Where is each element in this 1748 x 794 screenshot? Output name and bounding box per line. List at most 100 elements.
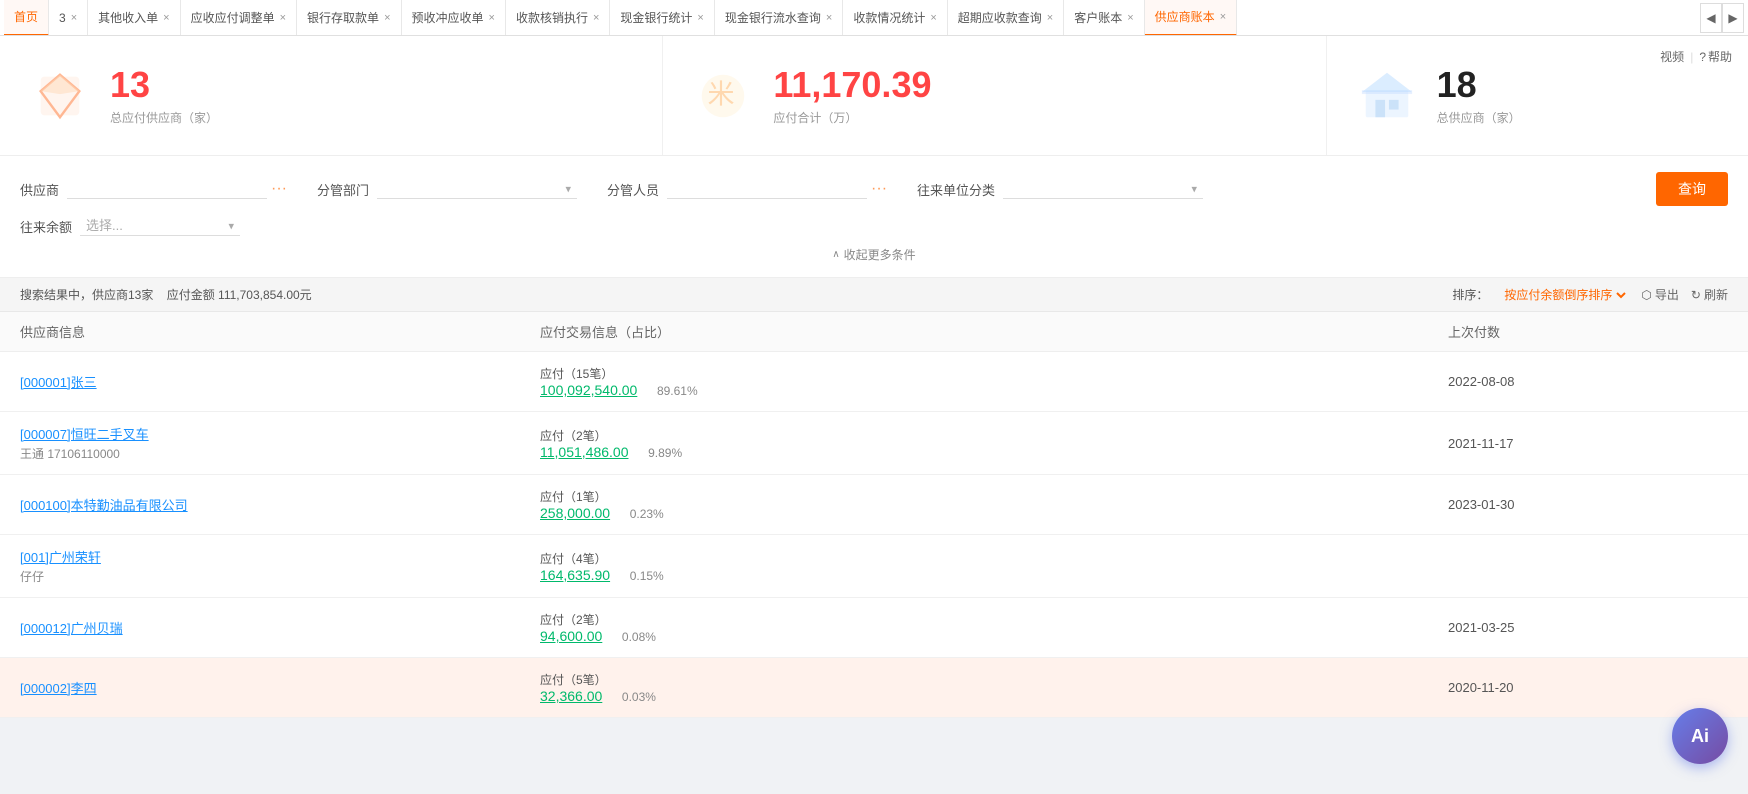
supplier-link-000007[interactable]: [000007]恒旺二手叉车 bbox=[20, 427, 149, 442]
person-dots-icon[interactable]: ··· bbox=[871, 180, 887, 198]
result-summary: 搜索结果中，供应商13家 应付金额 111,703,854.00元 bbox=[20, 286, 312, 303]
last-pay-000007: 2021-11-17 bbox=[1448, 436, 1728, 451]
total-payable-amount-number: 11,170.39 bbox=[773, 65, 931, 105]
nav-tab-adjust[interactable]: 应收应付调整单 × bbox=[181, 0, 297, 36]
filter-balance: 往来余额 选择... bbox=[20, 216, 240, 236]
tx-percent-000007: 9.89% bbox=[648, 446, 682, 460]
filter-supplier: 供应商 ··· bbox=[20, 179, 287, 199]
refresh-icon: ↻ bbox=[1691, 288, 1701, 302]
tx-label-000001: 应付（15笔） bbox=[540, 365, 1448, 382]
close-icon[interactable]: × bbox=[593, 12, 599, 24]
export-label: 导出 bbox=[1655, 286, 1679, 303]
export-icon: ⬡ bbox=[1641, 288, 1651, 302]
tx-amount-000012[interactable]: 94,600.00 bbox=[540, 628, 602, 644]
tx-amount-000002[interactable]: 32,366.00 bbox=[540, 688, 602, 704]
nav-tab-supplier-book[interactable]: 供应商账本 × bbox=[1145, 0, 1237, 36]
filter-row-1: 供应商 ··· 分管部门 分管人员 ··· 往来单位分类 查询 bbox=[20, 172, 1728, 206]
nav-tab-receipt-stat[interactable]: 收款情况统计 × bbox=[843, 0, 947, 36]
tx-percent-000001: 89.61% bbox=[657, 384, 698, 398]
close-icon[interactable]: × bbox=[1220, 11, 1226, 23]
total-payable-suppliers-number: 13 bbox=[110, 65, 218, 105]
supplier-link-000001[interactable]: [000001]张三 bbox=[20, 375, 97, 390]
nav-tab-overdue-label: 超期应收款查询 bbox=[958, 9, 1042, 26]
help-link[interactable]: ?帮助 bbox=[1699, 48, 1732, 65]
prev-arrow-btn[interactable]: ◀ bbox=[1700, 3, 1722, 33]
tx-amount-000001[interactable]: 100,092,540.00 bbox=[540, 382, 637, 398]
video-link[interactable]: 视频 bbox=[1660, 48, 1684, 65]
summary-card-all-suppliers: 18 总供应商（家） 视频 | ?帮助 bbox=[1327, 36, 1748, 155]
supplier-label: 供应商 bbox=[20, 180, 59, 199]
nav-tab-cash-stat[interactable]: 现金银行统计 × bbox=[610, 0, 714, 36]
total-all-suppliers-label: 总供应商（家） bbox=[1437, 109, 1521, 126]
category-label: 往来单位分类 bbox=[917, 180, 995, 199]
svg-text:米: 米 bbox=[708, 79, 735, 109]
collapse-button[interactable]: ∧ 收起更多条件 bbox=[814, 246, 934, 263]
close-icon[interactable]: × bbox=[930, 12, 936, 24]
close-icon[interactable]: × bbox=[163, 12, 169, 24]
close-icon[interactable]: × bbox=[280, 12, 286, 24]
close-icon[interactable]: × bbox=[384, 12, 390, 24]
ai-fab-button[interactable]: Ai bbox=[1672, 708, 1728, 764]
nav-tab-prepay[interactable]: 预收冲应收单 × bbox=[402, 0, 506, 36]
nav-tab-other-income[interactable]: 其他收入单 × bbox=[88, 0, 180, 36]
nav-tab-3[interactable]: 3 × bbox=[49, 0, 88, 36]
nav-tab-cash-flow[interactable]: 现金银行流水查询 × bbox=[715, 0, 843, 36]
nav-tab-verify[interactable]: 收款核销执行 × bbox=[506, 0, 610, 36]
query-button[interactable]: 查询 bbox=[1656, 172, 1728, 206]
close-icon[interactable]: × bbox=[71, 12, 77, 24]
supplier-link-001[interactable]: [001]广州荣轩 bbox=[20, 550, 101, 565]
dept-select[interactable] bbox=[377, 179, 577, 199]
supplier-link-000002[interactable]: [000002]李四 bbox=[20, 681, 97, 696]
close-icon[interactable]: × bbox=[489, 12, 495, 24]
rice-icon: 米 bbox=[693, 66, 753, 126]
close-icon[interactable]: × bbox=[826, 12, 832, 24]
shop-icon bbox=[1357, 66, 1417, 126]
nav-tab-prepay-label: 预收冲应收单 bbox=[412, 9, 484, 26]
close-icon[interactable]: × bbox=[1127, 12, 1133, 24]
refresh-label: 刷新 bbox=[1704, 286, 1728, 303]
nav-arrows: ◀ ▶ bbox=[1700, 3, 1744, 33]
nav-tab-receipt-stat-label: 收款情况统计 bbox=[853, 9, 925, 26]
filter-area: 供应商 ··· 分管部门 分管人员 ··· 往来单位分类 查询 bbox=[0, 156, 1748, 278]
tx-amount-000100[interactable]: 258,000.00 bbox=[540, 505, 610, 521]
supplier-link-000100[interactable]: [000100]本特勤油品有限公司 bbox=[20, 498, 188, 513]
export-button[interactable]: ⬡ 导出 bbox=[1641, 286, 1679, 303]
nav-tab-customer-book-label: 客户账本 bbox=[1074, 9, 1122, 26]
tx-amount-000007[interactable]: 11,051,486.00 bbox=[540, 444, 629, 460]
dept-select-wrap bbox=[377, 179, 577, 199]
category-select[interactable] bbox=[1003, 179, 1203, 199]
nav-tab-cash-stat-label: 现金银行统计 bbox=[620, 9, 692, 26]
table-row: [001]广州荣轩 仔仔 应付（4笔） 164,635.90 0.15% bbox=[0, 535, 1748, 598]
col1-header: 供应商信息 bbox=[20, 322, 540, 341]
supplier-sub-001: 仔仔 bbox=[20, 568, 540, 585]
supplier-info-000100: [000100]本特勤油品有限公司 bbox=[20, 495, 540, 514]
last-pay-000001: 2022-08-08 bbox=[1448, 374, 1728, 389]
tx-info-000001: 应付（15笔） 100,092,540.00 89.61% bbox=[540, 365, 1448, 398]
nav-tab-overdue[interactable]: 超期应收款查询 × bbox=[948, 0, 1064, 36]
supplier-link-000012[interactable]: [000012]广州贝瑞 bbox=[20, 621, 123, 636]
refresh-button[interactable]: ↻ 刷新 bbox=[1691, 286, 1728, 303]
close-icon[interactable]: × bbox=[697, 12, 703, 24]
next-arrow-btn[interactable]: ▶ bbox=[1722, 3, 1744, 33]
nav-tab-adjust-label: 应收应付调整单 bbox=[191, 9, 275, 26]
sort-select[interactable]: 按应付余额倒序排序 bbox=[1500, 287, 1629, 303]
supplier-info-000007: [000007]恒旺二手叉车 王通 17106110000 bbox=[20, 424, 540, 462]
nav-tab-bank[interactable]: 银行存取款单 × bbox=[297, 0, 401, 36]
nav-tab-home[interactable]: 首页 bbox=[4, 0, 49, 36]
card-content-amount: 11,170.39 应付合计（万） bbox=[773, 65, 931, 126]
filter-person: 分管人员 ··· bbox=[607, 179, 887, 199]
col3-header: 上次付数 bbox=[1448, 322, 1728, 341]
tx-percent-000100: 0.23% bbox=[630, 507, 664, 521]
close-icon[interactable]: × bbox=[1047, 12, 1053, 24]
supplier-info-000002: [000002]李四 bbox=[20, 678, 540, 697]
tx-amount-001[interactable]: 164,635.90 bbox=[540, 567, 610, 583]
total-all-suppliers-number: 18 bbox=[1437, 65, 1521, 105]
summary-bar: 13 总应付供应商（家） 米 11,170.39 应付合计（万） bbox=[0, 36, 1748, 156]
supplier-input[interactable] bbox=[67, 179, 267, 199]
supplier-dots-icon[interactable]: ··· bbox=[271, 180, 287, 198]
person-input[interactable] bbox=[667, 179, 867, 199]
balance-select[interactable]: 选择... bbox=[80, 216, 240, 236]
last-pay-000012: 2021-03-25 bbox=[1448, 620, 1728, 635]
nav-tab-customer-book[interactable]: 客户账本 × bbox=[1064, 0, 1144, 36]
top-navigation: 首页 3 × 其他收入单 × 应收应付调整单 × 银行存取款单 × 预收冲应收单… bbox=[0, 0, 1748, 36]
